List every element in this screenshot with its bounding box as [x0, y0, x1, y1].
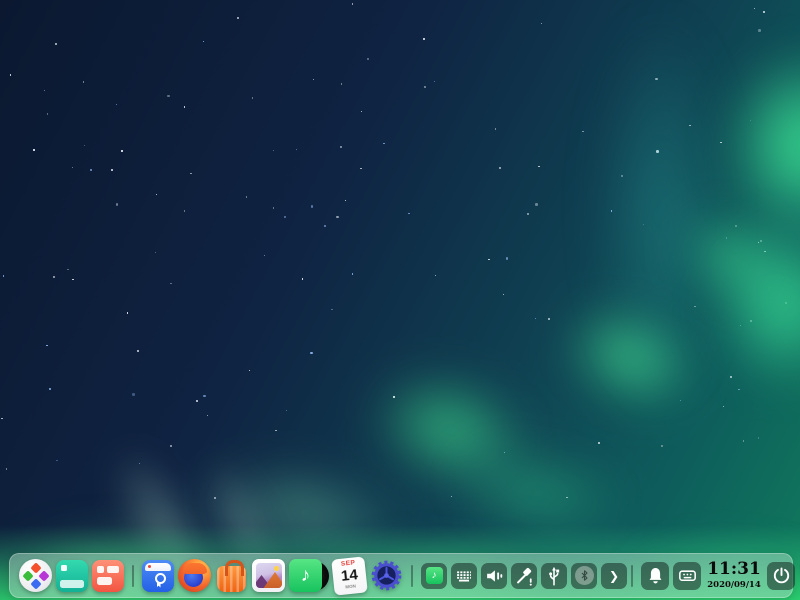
calendar-day: 14	[340, 566, 358, 583]
datetime-widget[interactable]: 11:31 2020/09/14	[705, 561, 763, 589]
show-desktop-icon[interactable]	[56, 560, 88, 592]
usb-device-icon[interactable]	[541, 563, 567, 589]
starfield	[0, 0, 800, 600]
music-icon[interactable]: ♪	[289, 559, 322, 592]
dock: ♪ SEP 14 MON ♪	[9, 553, 793, 598]
sun-dot	[274, 566, 279, 571]
dock-separator	[132, 565, 134, 587]
music-player-tray-icon[interactable]: ♪	[421, 563, 447, 589]
launcher-icon[interactable]	[19, 559, 52, 592]
clock-time: 11:31	[705, 561, 763, 578]
dock-separator	[411, 565, 413, 587]
desktop[interactable]: ♪ SEP 14 MON ♪	[0, 0, 800, 600]
keyboard-layout-icon[interactable]	[451, 563, 477, 589]
launcher-diamond-purple	[38, 570, 49, 581]
calendar-weekday: MON	[345, 583, 356, 589]
launcher-diamond-red	[30, 562, 41, 573]
dock-separator	[631, 565, 633, 587]
control-center-icon[interactable]	[370, 559, 403, 592]
app-store-icon[interactable]	[215, 559, 248, 592]
volume-icon[interactable]	[481, 563, 507, 589]
notification-bell-icon[interactable]	[641, 562, 669, 590]
tray-expand-chevron[interactable]: ❯	[601, 563, 627, 589]
firefox-icon[interactable]	[178, 559, 211, 592]
wired-network-warning-icon[interactable]	[511, 563, 537, 589]
multitasking-view-icon[interactable]	[92, 560, 124, 592]
file-manager-icon[interactable]	[142, 560, 174, 592]
calendar-icon[interactable]: SEP 14 MON	[331, 556, 368, 595]
power-button[interactable]	[767, 562, 795, 590]
photos-icon[interactable]	[252, 559, 285, 592]
gear-icon	[370, 559, 403, 592]
power-icon	[770, 564, 793, 587]
bluetooth-disabled-icon[interactable]	[571, 563, 597, 589]
music-note-glyph: ♪	[301, 565, 311, 587]
music-app[interactable]: ♪	[289, 559, 329, 592]
chevron-right-icon: ❯	[609, 570, 619, 582]
onscreen-keyboard-icon[interactable]	[673, 562, 701, 590]
launcher-diamond-blue	[30, 578, 41, 589]
launcher-diamond-green	[22, 570, 33, 581]
clock-date: 2020/09/14	[705, 580, 763, 590]
